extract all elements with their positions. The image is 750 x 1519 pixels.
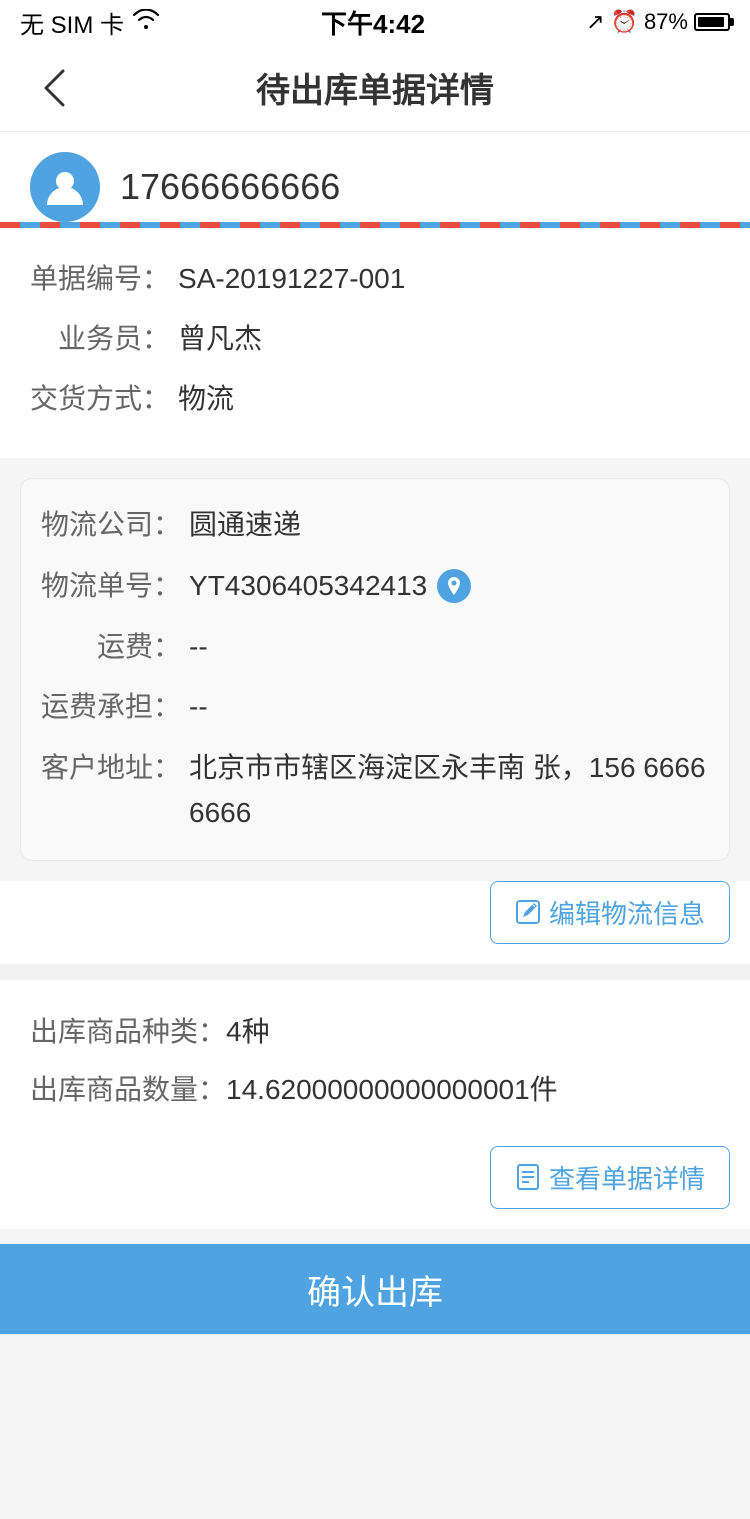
back-button[interactable] bbox=[24, 58, 84, 118]
info-section: 单据编号： SA-20191227-001 业务员： 曾凡杰 交货方式： 物流 bbox=[0, 228, 750, 458]
salesman-row: 业务员： 曾凡杰 bbox=[30, 318, 720, 360]
view-btn-row: 查看单据详情 bbox=[0, 1146, 750, 1229]
edit-logistics-button[interactable]: 编辑物流信息 bbox=[490, 881, 730, 944]
goods-types-value: 4种 bbox=[226, 1010, 270, 1050]
goods-types-label: 出库商品种类： bbox=[30, 1010, 226, 1050]
confirm-button-label: 确认出库 bbox=[307, 1265, 443, 1314]
goods-section: 出库商品种类： 4种 出库商品数量： 14.62000000000000001件 bbox=[0, 980, 750, 1146]
status-left: 无 SIM 卡 bbox=[20, 5, 160, 40]
address-value: 北京市市辖区海淀区永丰南 张，156 6666 6666 bbox=[189, 746, 709, 836]
status-right: ↗ ⏰ 87% bbox=[586, 9, 730, 35]
delivery-label: 交货方式： bbox=[30, 378, 170, 420]
view-detail-button[interactable]: 查看单据详情 bbox=[490, 1146, 730, 1209]
tracking-value: YT4306405342413 bbox=[189, 564, 709, 609]
freight-value: -- bbox=[189, 625, 709, 670]
freight-bear-value: -- bbox=[189, 685, 709, 730]
edit-icon bbox=[515, 899, 541, 925]
salesman-label: 业务员： bbox=[30, 318, 170, 360]
freight-label: 运费： bbox=[41, 625, 181, 670]
tracking-row: 物流单号： YT4306405342413 bbox=[41, 564, 709, 609]
carrier-text: 无 SIM 卡 bbox=[20, 5, 124, 40]
status-time: 下午4:42 bbox=[321, 4, 425, 41]
view-detail-label: 查看单据详情 bbox=[549, 1159, 705, 1196]
delivery-row: 交货方式： 物流 bbox=[30, 378, 720, 420]
company-row: 物流公司： 圆通速递 bbox=[41, 503, 709, 548]
address-row: 客户地址： 北京市市辖区海淀区永丰南 张，156 6666 6666 bbox=[41, 746, 709, 836]
customer-phone: 17666666666 bbox=[120, 166, 340, 208]
document-no-row: 单据编号： SA-20191227-001 bbox=[30, 258, 720, 300]
logistics-card: 物流公司： 圆通速递 物流单号： YT4306405342413 运费： -- … bbox=[20, 478, 730, 861]
page-title: 待出库单据详情 bbox=[256, 63, 494, 112]
location-status-icon: ↗ bbox=[586, 9, 604, 35]
nav-bar: 待出库单据详情 bbox=[0, 44, 750, 132]
goods-quantity-row: 出库商品数量： 14.62000000000000001件 bbox=[30, 1068, 720, 1108]
alarm-icon: ⏰ bbox=[611, 9, 638, 35]
edit-btn-row: 编辑物流信息 bbox=[0, 881, 750, 964]
customer-section: 17666666666 bbox=[0, 132, 750, 222]
avatar bbox=[30, 152, 100, 222]
tracking-label: 物流单号： bbox=[41, 564, 181, 609]
person-icon bbox=[43, 165, 87, 209]
document-icon bbox=[515, 1164, 541, 1190]
confirm-button[interactable]: 确认出库 bbox=[0, 1244, 750, 1334]
wifi-icon bbox=[132, 8, 160, 36]
status-bar: 无 SIM 卡 下午4:42 ↗ ⏰ 87% bbox=[0, 0, 750, 44]
freight-row: 运费： -- bbox=[41, 625, 709, 670]
address-label: 客户地址： bbox=[41, 746, 181, 791]
company-value: 圆通速递 bbox=[189, 503, 709, 548]
company-label: 物流公司： bbox=[41, 503, 181, 548]
goods-quantity-label: 出库商品数量： bbox=[30, 1068, 226, 1108]
battery-icon bbox=[694, 13, 730, 31]
map-pin-icon[interactable] bbox=[437, 569, 471, 603]
goods-quantity-value: 14.62000000000000001件 bbox=[226, 1068, 558, 1108]
battery-percent: 87% bbox=[644, 9, 688, 35]
document-no-label: 单据编号： bbox=[30, 258, 170, 300]
delivery-value: 物流 bbox=[178, 378, 720, 420]
freight-bear-row: 运费承担： -- bbox=[41, 685, 709, 730]
salesman-value: 曾凡杰 bbox=[178, 318, 720, 360]
section-divider bbox=[0, 964, 750, 980]
freight-bear-label: 运费承担： bbox=[41, 685, 181, 730]
edit-btn-label: 编辑物流信息 bbox=[549, 894, 705, 931]
document-no-value: SA-20191227-001 bbox=[178, 258, 720, 300]
goods-types-row: 出库商品种类： 4种 bbox=[30, 1010, 720, 1050]
